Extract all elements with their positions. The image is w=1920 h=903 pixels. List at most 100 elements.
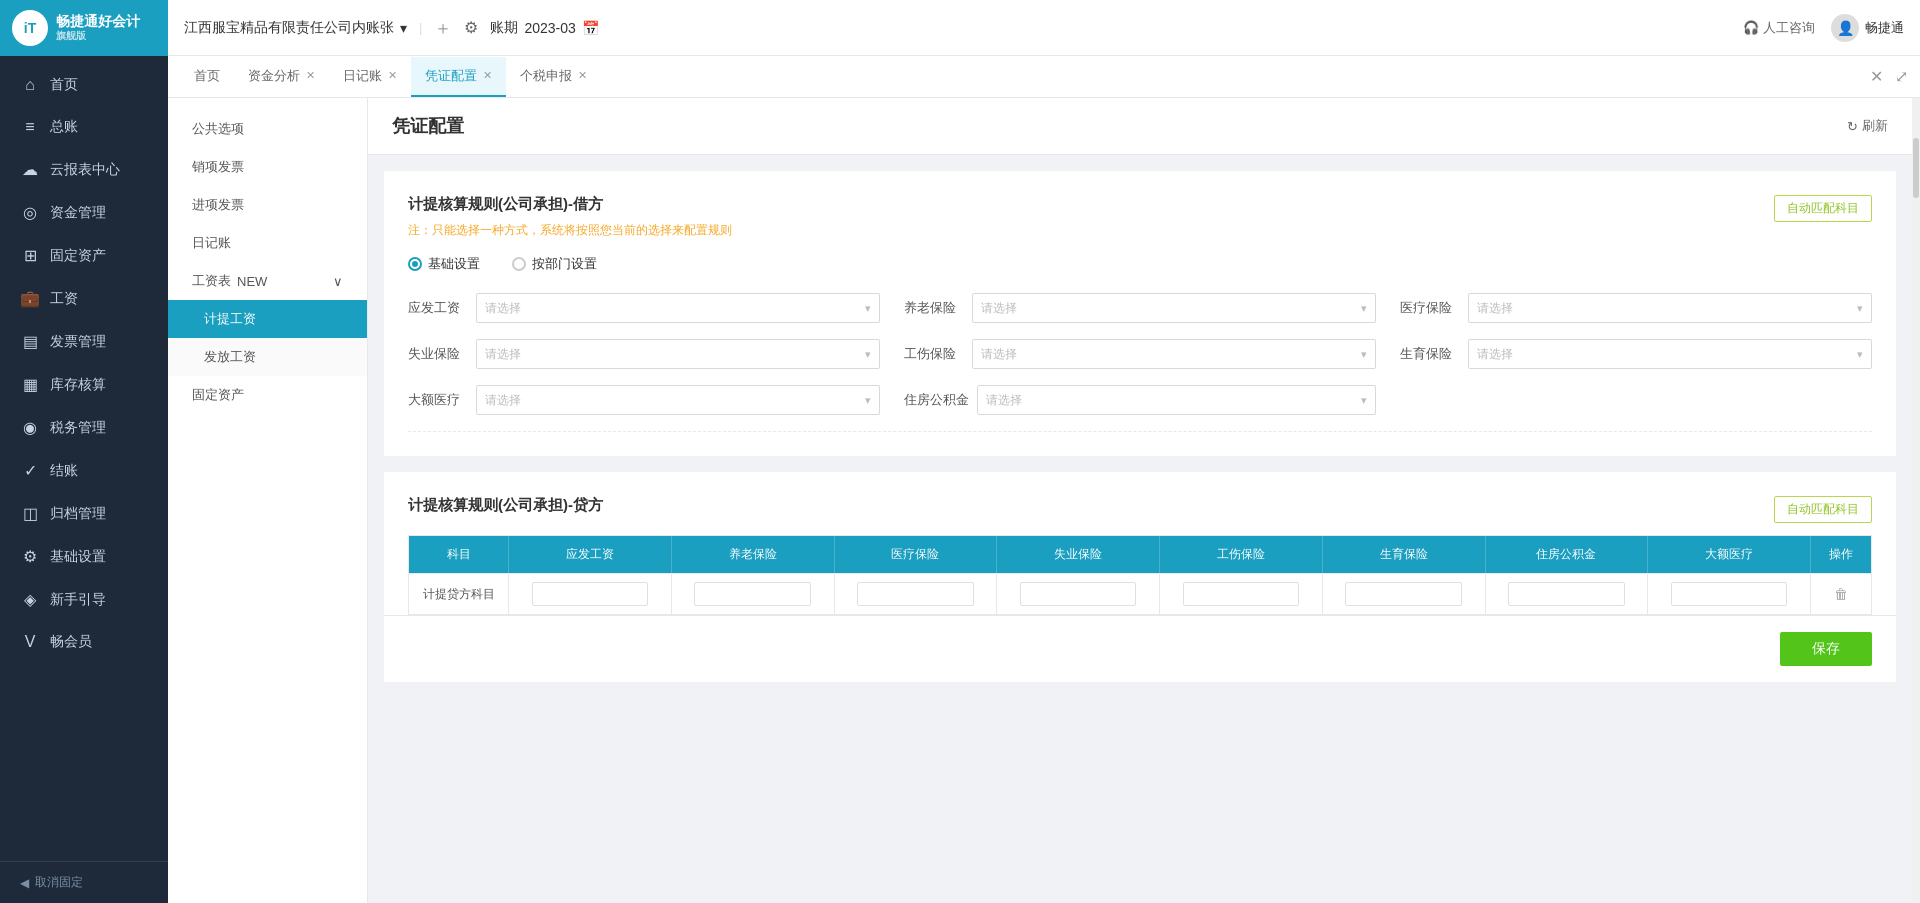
input-maternity[interactable] — [1345, 582, 1462, 606]
tab-fund-analysis-label: 资金分析 — [248, 67, 300, 85]
radio-dept[interactable]: 按部门设置 — [512, 255, 597, 273]
tab-fund-analysis[interactable]: 资金分析 ✕ — [234, 57, 329, 97]
field-medical: 医疗保险 请选择 ▾ — [1400, 293, 1872, 323]
expand-icon: ∨ — [333, 274, 343, 289]
radio-basic[interactable]: 基础设置 — [408, 255, 480, 273]
sidebar-item-fixed-assets[interactable]: ⊞ 固定资产 — [0, 234, 168, 277]
left-nav-payroll-table[interactable]: 工资表 NEW ∨ — [168, 262, 367, 300]
field-work-injury-select[interactable]: 请选择 ▾ — [972, 339, 1376, 369]
close-tax-report-icon[interactable]: ✕ — [578, 70, 587, 81]
sidebar-label-fixed-assets: 固定资产 — [50, 247, 106, 265]
td-housing-fund[interactable] — [1486, 574, 1649, 614]
sidebar-label-home: 首页 — [50, 76, 78, 94]
topbar-settings-icon[interactable]: ⚙ — [464, 18, 478, 37]
input-pension[interactable] — [694, 582, 811, 606]
sidebar-item-checkout[interactable]: ✓ 结账 — [0, 449, 168, 492]
sidebar-label-settings: 基础设置 — [50, 548, 106, 566]
invoice-icon: ▤ — [20, 332, 40, 351]
td-work-injury[interactable] — [1160, 574, 1323, 614]
sidebar-label-ledger: 总账 — [50, 118, 78, 136]
left-nav-purchase-invoice[interactable]: 进项发票 — [168, 186, 367, 224]
left-nav: 公共选项 销项发票 进项发票 日记账 工资表 NEW ∨ 计提工资 — [168, 98, 368, 903]
credit-auto-match-button[interactable]: 自动匹配科目 — [1774, 496, 1872, 523]
settings-icon: ⚙ — [20, 547, 40, 566]
sidebar-label-archive: 归档管理 — [50, 505, 106, 523]
tax-icon: ◉ — [20, 418, 40, 437]
td-medical[interactable] — [835, 574, 998, 614]
input-housing-fund[interactable] — [1508, 582, 1625, 606]
debit-section: 计提核算规则(公司承担)-借方 注：只能选择一种方式，系统将按照您当前的选择来配… — [384, 171, 1896, 456]
input-large-medical[interactable] — [1671, 582, 1788, 606]
sidebar-label-fund: 资金管理 — [50, 204, 106, 222]
left-nav-fixed-assets[interactable]: 固定资产 — [168, 376, 367, 414]
sidebar-item-fund[interactable]: ◎ 资金管理 — [0, 191, 168, 234]
close-journal-icon[interactable]: ✕ — [388, 70, 397, 81]
input-medical[interactable] — [857, 582, 974, 606]
main-area: 江西服宝精品有限责任公司内账张 ▾ | ＋ ⚙ 账期 2023-03 📅 🎧 人… — [168, 0, 1920, 903]
user-name: 畅捷通 — [1865, 19, 1904, 37]
user-menu[interactable]: 👤 畅捷通 — [1831, 14, 1904, 42]
sidebar-item-invoice[interactable]: ▤ 发票管理 — [0, 320, 168, 363]
sidebar-label-tax: 税务管理 — [50, 419, 106, 437]
sidebar-item-cloud-report[interactable]: ☁ 云报表中心 — [0, 148, 168, 191]
field-housing-fund-select[interactable]: 请选择 ▾ — [977, 385, 1376, 415]
debit-auto-match-button[interactable]: 自动匹配科目 — [1774, 195, 1872, 222]
sidebar-label-guide: 新手引导 — [50, 591, 106, 609]
field-large-medical-select[interactable]: 请选择 ▾ — [476, 385, 880, 415]
field-salary-select[interactable]: 请选择 ▾ — [476, 293, 880, 323]
input-gross-salary[interactable] — [532, 582, 649, 606]
home-icon: ⌂ — [20, 76, 40, 94]
delete-row-icon[interactable]: 🗑 — [1834, 586, 1848, 602]
field-pension-select[interactable]: 请选择 ▾ — [972, 293, 1376, 323]
logo-icon: iT — [12, 10, 48, 46]
company-selector[interactable]: 江西服宝精品有限责任公司内账张 ▾ — [184, 19, 407, 37]
close-voucher-config-icon[interactable]: ✕ — [483, 70, 492, 81]
td-maternity[interactable] — [1323, 574, 1486, 614]
td-unemployment[interactable] — [997, 574, 1160, 614]
expand-tabs-icon[interactable]: ⤢ — [1895, 67, 1908, 86]
cancel-fixed-button[interactable]: ◀ 取消固定 — [0, 861, 168, 903]
field-pension-label: 养老保险 — [904, 299, 964, 317]
period-selector[interactable]: 账期 2023-03 📅 — [490, 19, 598, 37]
sidebar-item-settings[interactable]: ⚙ 基础设置 — [0, 535, 168, 578]
td-pension[interactable] — [672, 574, 835, 614]
field-medical-select[interactable]: 请选择 ▾ — [1468, 293, 1872, 323]
input-unemployment[interactable] — [1020, 582, 1137, 606]
page-title: 凭证配置 — [392, 114, 464, 138]
table-row: 计提贷方科目 🗑 — [409, 573, 1871, 614]
tab-voucher-config[interactable]: 凭证配置 ✕ — [411, 57, 506, 97]
company-name: 江西服宝精品有限责任公司内账张 — [184, 19, 394, 37]
scrollbar[interactable] — [1912, 98, 1920, 903]
tab-tax-report[interactable]: 个税申报 ✕ — [506, 57, 601, 97]
sidebar-item-archive[interactable]: ◫ 归档管理 — [0, 492, 168, 535]
help-button[interactable]: 🎧 人工咨询 — [1743, 19, 1815, 37]
credit-table: 科目 应发工资 养老保险 医疗保险 失业保险 工伤保险 生育保险 住房公积金 大… — [408, 535, 1872, 615]
field-salary-label: 应发工资 — [408, 299, 468, 317]
sidebar-item-guide[interactable]: ◈ 新手引导 — [0, 578, 168, 621]
field-unemployment-select[interactable]: 请选择 ▾ — [476, 339, 880, 369]
add-company-icon[interactable]: ＋ — [434, 16, 452, 40]
close-all-tabs-icon[interactable]: ✕ — [1870, 67, 1883, 86]
tab-journal[interactable]: 日记账 ✕ — [329, 57, 411, 97]
left-nav-public[interactable]: 公共选项 — [168, 110, 367, 148]
radio-group: 基础设置 按部门设置 — [408, 255, 1872, 273]
left-nav-payroll-payment[interactable]: 发放工资 — [168, 338, 367, 376]
sidebar-item-home[interactable]: ⌂ 首页 — [0, 64, 168, 106]
field-maternity-select[interactable]: 请选择 ▾ — [1468, 339, 1872, 369]
input-work-injury[interactable] — [1183, 582, 1300, 606]
sidebar-item-ledger[interactable]: ≡ 总账 — [0, 106, 168, 148]
sidebar-item-tax[interactable]: ◉ 税务管理 — [0, 406, 168, 449]
refresh-button[interactable]: ↻ 刷新 — [1847, 117, 1888, 135]
left-nav-sales-invoice[interactable]: 销项发票 — [168, 148, 367, 186]
td-gross-salary[interactable] — [509, 574, 672, 614]
sidebar-item-salary[interactable]: 💼 工资 — [0, 277, 168, 320]
tab-home[interactable]: 首页 — [180, 57, 234, 97]
td-large-medical[interactable] — [1648, 574, 1811, 614]
save-button[interactable]: 保存 — [1780, 632, 1872, 666]
sidebar-item-vip[interactable]: V 畅会员 — [0, 621, 168, 663]
close-fund-analysis-icon[interactable]: ✕ — [306, 70, 315, 81]
left-nav-journal[interactable]: 日记账 — [168, 224, 367, 262]
sidebar-item-inventory[interactable]: ▦ 库存核算 — [0, 363, 168, 406]
th-work-injury-ins: 工伤保险 — [1160, 536, 1323, 573]
left-nav-payroll-accrual[interactable]: 计提工资 — [168, 300, 367, 338]
